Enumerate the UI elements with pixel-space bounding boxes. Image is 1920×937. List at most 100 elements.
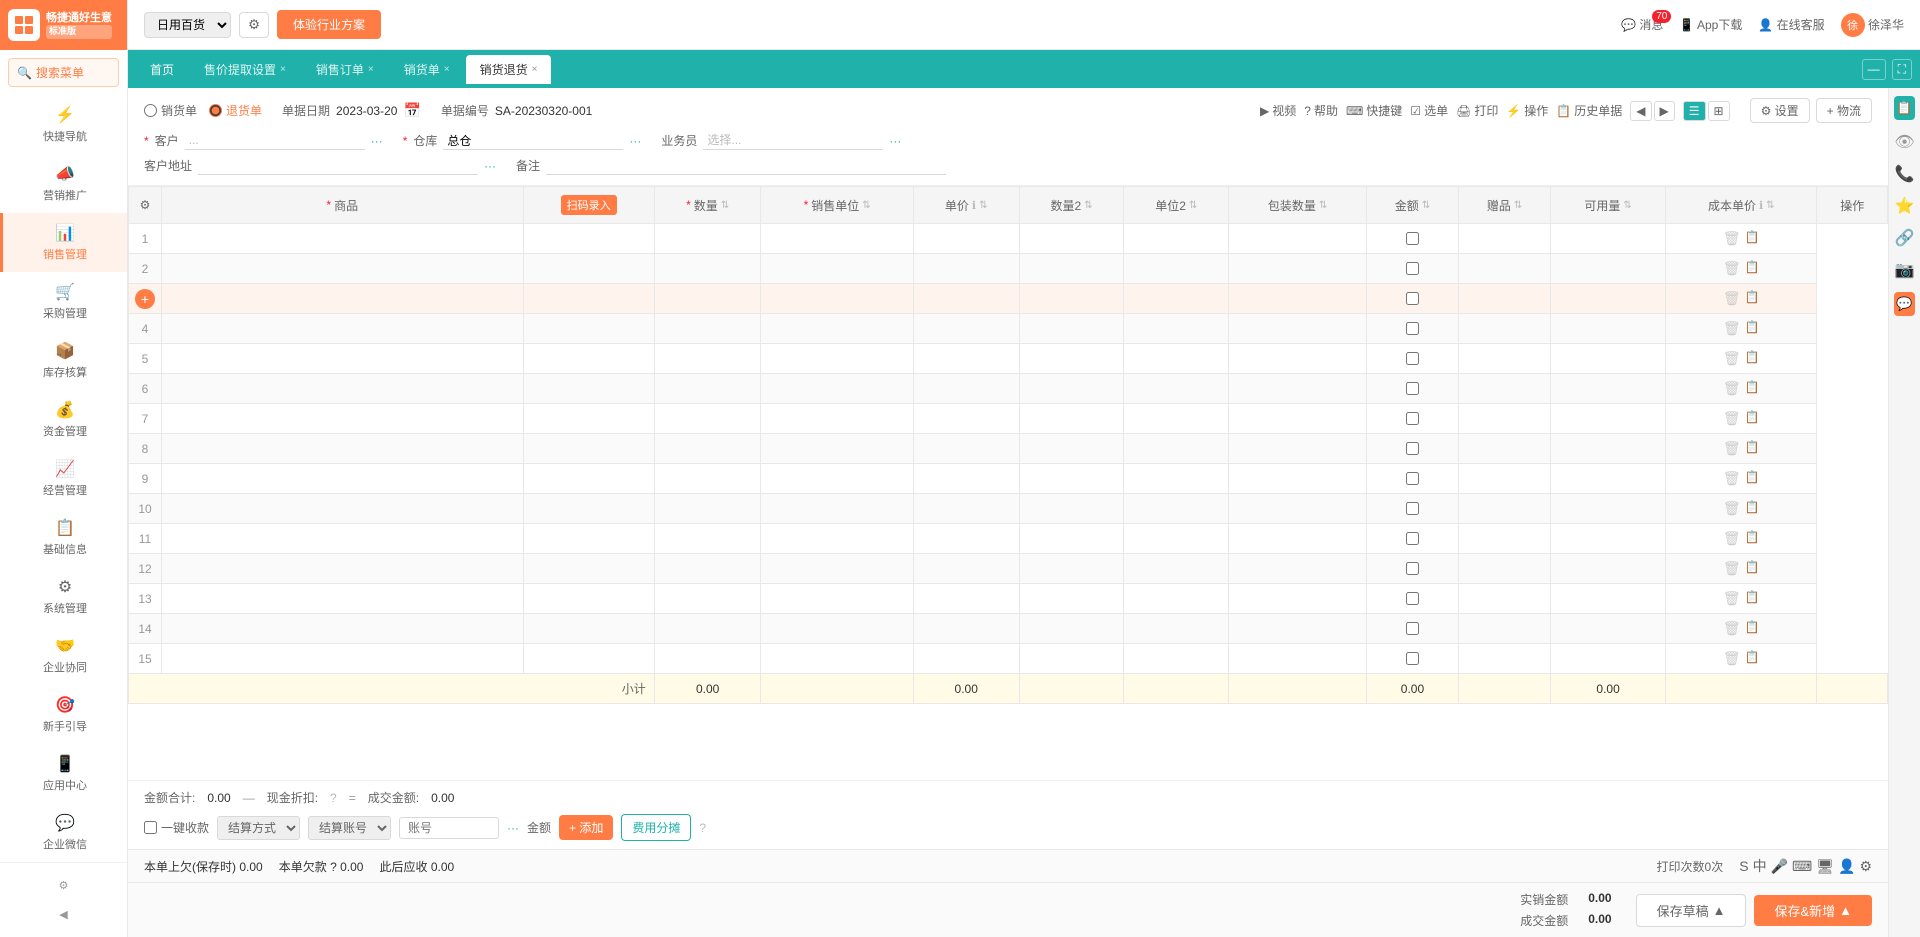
sidebar-bottom-settings[interactable]: ⚙ [0,871,127,900]
shortcut-btn[interactable]: ⌨ 快捷键 [1346,102,1402,119]
sidebar-item-apps[interactable]: 📱 应用中心 [0,744,127,803]
tab-sales-return[interactable]: 销货退货 × [466,55,552,84]
online-service-btn[interactable]: 👤 在线客服 [1758,16,1824,33]
next-record-btn[interactable]: ▶ [1654,101,1675,121]
taskbar-icon-user[interactable]: 👤 [1838,858,1855,875]
grid-view-btn[interactable]: ⊞ [1708,101,1730,121]
taskbar-icon-settings[interactable]: ⚙ [1859,858,1872,875]
warehouse-input[interactable] [443,131,623,150]
sidebar-item-shortcut[interactable]: ⚡ 快捷导航 [0,95,127,154]
tab-sales-order[interactable]: 销售订单 × [302,55,388,84]
app-download-btn[interactable]: 📱 App下载 [1679,16,1742,33]
setup-btn[interactable]: ⚙ 设置 [1750,98,1810,123]
warehouse-ellipsis-btn[interactable]: ··· [629,134,641,148]
th-gear[interactable]: ⚙ [129,187,162,224]
product-cell-1[interactable] [162,224,524,254]
cash-discount-help-icon[interactable]: ? [330,791,337,805]
select-bill-btn[interactable]: ☑ 选单 [1410,102,1448,119]
sidebar-bottom-collapse[interactable]: ◀ [0,900,127,929]
add-payment-btn[interactable]: + 添加 [559,815,613,840]
goods-select[interactable]: 日用百货 [144,12,231,38]
sidebar-item-finance[interactable]: 💰 资金管理 [0,390,127,449]
sidebar-item-inventory[interactable]: 📦 库存核算 [0,331,127,390]
delete-row-btn[interactable]: 🗑 [1723,470,1741,487]
fee-help-icon[interactable]: ? [699,821,706,835]
note-input[interactable] [546,156,946,175]
product-cell-2[interactable] [162,254,524,284]
copy-row-btn[interactable]: 📋 [1745,650,1760,667]
copy-row-btn[interactable]: 📋 [1745,440,1760,457]
delete-row-1-btn[interactable]: 🗑 [1723,230,1741,247]
right-panel-icon-7[interactable]: 💬 [1894,292,1914,316]
delete-row-btn[interactable]: 🗑 [1723,530,1741,547]
address-ellipsis-btn[interactable]: ··· [484,159,496,173]
copy-row-btn[interactable]: 📋 [1745,410,1760,427]
delete-row-2-btn[interactable]: 🗑 [1723,260,1741,277]
staff-input[interactable] [703,131,883,150]
tab-sales-bill[interactable]: 销货单 × [390,55,464,84]
logistics-btn[interactable]: + 物流 [1816,98,1872,123]
address-input[interactable] [198,156,478,175]
copy-row-btn[interactable]: 📋 [1745,320,1760,337]
delete-row-btn[interactable]: 🗑 [1723,380,1741,397]
account-input[interactable] [399,817,499,839]
radio-return-bill[interactable]: 退货单 [209,102,262,119]
right-panel-icon-4[interactable]: ⭐ [1895,196,1915,216]
copy-row-btn[interactable]: 📋 [1745,380,1760,397]
delete-row-btn[interactable]: 🗑 [1723,320,1741,337]
tab-maximize-btn[interactable]: ⛶ [1892,59,1912,80]
product-cell-add[interactable] [162,284,524,314]
delete-row-btn[interactable]: 🗑 [1723,650,1741,667]
settlement-method-select[interactable]: 结算方式 [217,816,300,840]
save-new-btn[interactable]: 保存&新增 ▲ [1754,895,1872,926]
scan-input-btn[interactable]: 扫码录入 [561,195,617,215]
delete-row-btn[interactable]: 🗑 [1723,620,1741,637]
history-btn[interactable]: 📋 历史单据 [1556,102,1622,119]
sidebar-item-system[interactable]: ⚙ 系统管理 [0,567,127,626]
copy-row-btn[interactable]: 📋 [1745,350,1760,367]
copy-row-btn[interactable]: 📋 [1745,590,1760,607]
operate-btn[interactable]: ⚡ 操作 [1506,102,1548,119]
delete-add-row-btn[interactable]: 🗑 [1723,290,1741,307]
tab-price-settings[interactable]: 售价提取设置 × [190,55,300,84]
copy-row-btn[interactable]: 📋 [1745,620,1760,637]
tab-close-return[interactable]: × [532,64,538,75]
tab-home[interactable]: 首页 [136,55,188,84]
prev-record-btn[interactable]: ◀ [1630,101,1651,121]
search-menu-btn[interactable]: 🔍 搜索菜单 [8,58,119,87]
add-row-btn[interactable]: + [135,289,155,309]
copy-row-1-btn[interactable]: 📋 [1745,230,1760,247]
radio-sales-bill[interactable]: 销货单 [144,102,197,119]
message-badge[interactable]: 💬 消息 70 [1621,16,1663,33]
user-info[interactable]: 徐 徐泽华 [1841,13,1904,37]
one-click-pay-checkbox[interactable]: 一键收款 [144,819,209,836]
list-view-btn[interactable]: ☰ [1683,101,1706,121]
copy-row-2-btn[interactable]: 📋 [1745,260,1760,277]
right-panel-icon-2[interactable]: 👁 [1894,132,1914,152]
single-help-icon[interactable]: ? [330,860,337,874]
right-panel-icon-3[interactable]: 📞 [1895,164,1915,184]
tab-minimize-btn[interactable]: — [1862,59,1886,80]
sidebar-item-sales[interactable]: 📊 销售管理 [0,213,127,272]
account-ellipsis-btn[interactable]: ··· [507,821,519,835]
tab-close-order[interactable]: × [368,64,374,75]
sidebar-item-marketing[interactable]: 📣 营销推广 [0,154,127,213]
delete-row-btn[interactable]: 🗑 [1723,440,1741,457]
help-btn[interactable]: ? 帮助 [1304,102,1338,119]
balance-method-select[interactable]: 结算账号 [308,816,391,840]
delete-row-btn[interactable]: 🗑 [1723,590,1741,607]
sidebar-item-purchase[interactable]: 🛒 采购管理 [0,272,127,331]
delete-row-btn[interactable]: 🗑 [1723,350,1741,367]
delete-row-btn[interactable]: 🗑 [1723,560,1741,577]
video-btn[interactable]: ▶ 视频 [1260,102,1296,119]
sidebar-item-operations[interactable]: 📈 经营管理 [0,449,127,508]
right-panel-icon-1[interactable]: 📋 [1894,96,1914,120]
header-gear-btn[interactable]: ⚙ [239,12,269,38]
taskbar-icon-zh[interactable]: 中 [1753,856,1767,876]
delete-row-btn[interactable]: 🗑 [1723,500,1741,517]
calendar-icon[interactable]: 📅 [403,102,420,119]
copy-row-btn[interactable]: 📋 [1745,530,1760,547]
staff-ellipsis-btn[interactable]: ··· [889,134,901,148]
taskbar-icon-s[interactable]: S [1739,858,1748,874]
right-panel-icon-5[interactable]: 🔗 [1895,228,1915,248]
